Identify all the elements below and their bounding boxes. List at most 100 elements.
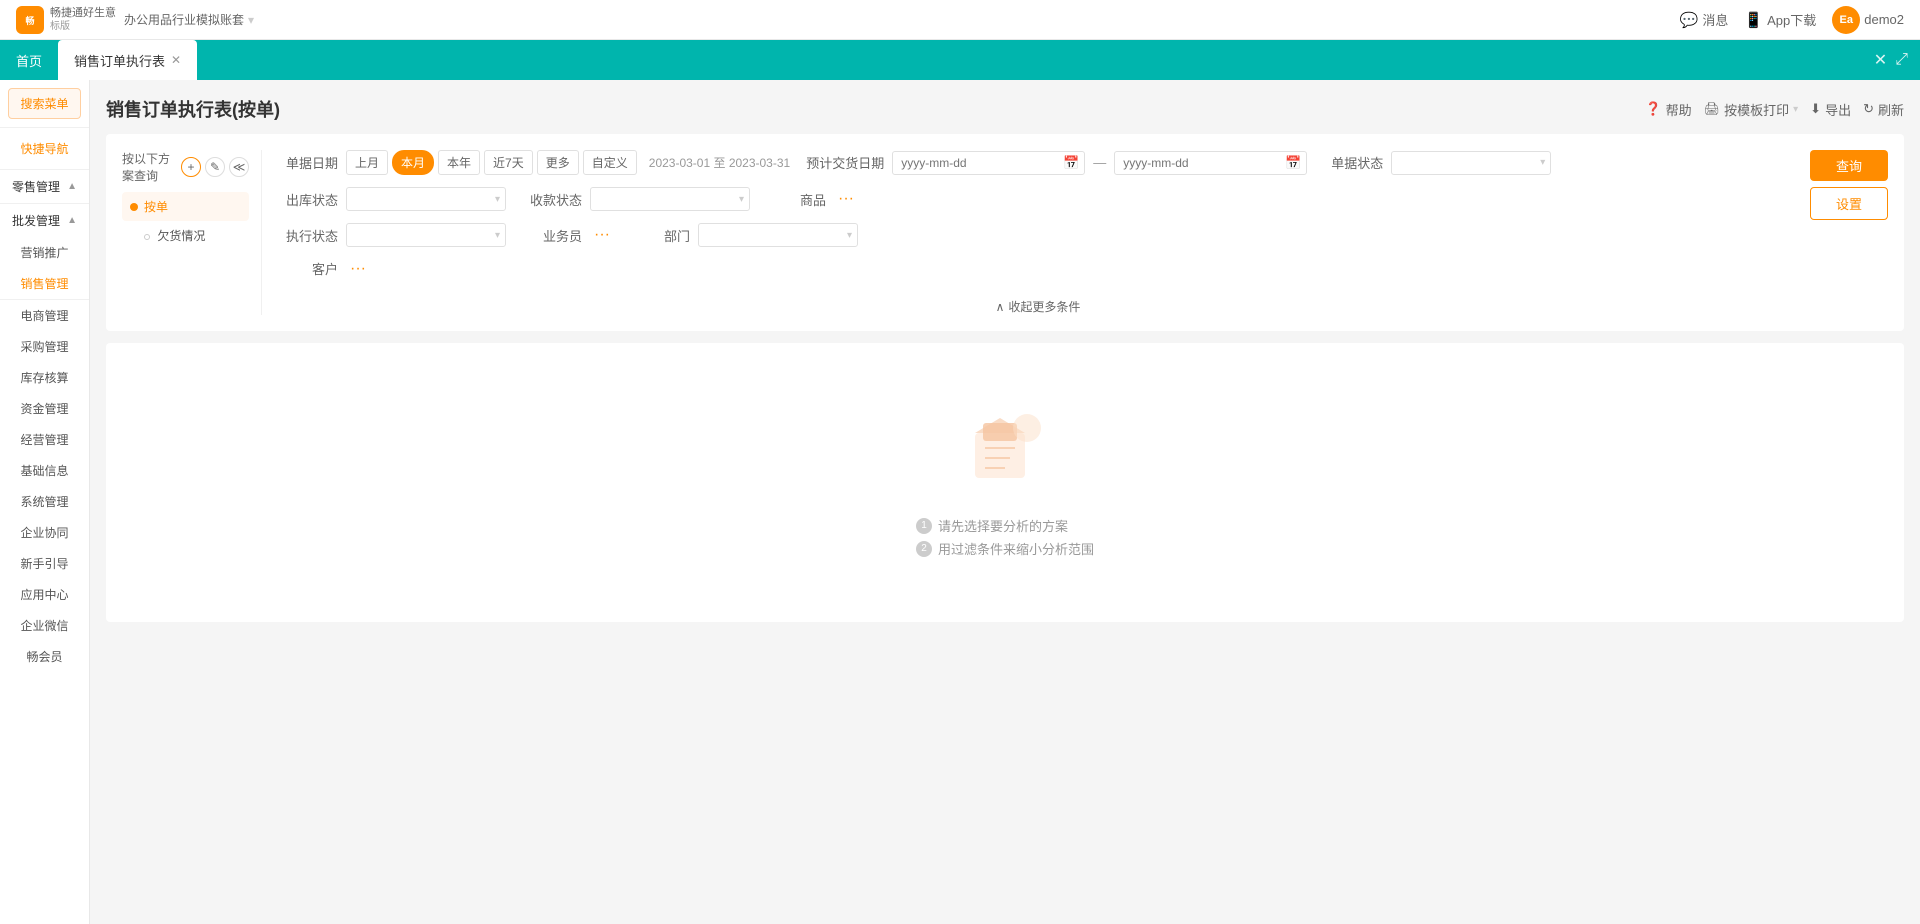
- header-right: 💬 消息 📱 App下载 Ea demo2: [1680, 6, 1904, 34]
- top-header: 畅 畅捷通好生意 标版 办公用品行业模拟账套 ▾ 💬 消息 📱 App下载 Ea…: [0, 0, 1920, 40]
- empty-illustration: [955, 403, 1055, 496]
- template-print-button[interactable]: 🖨 按模板打印 ▾: [1704, 100, 1799, 119]
- filter-and-btn: 单据日期 上月 本月 本年 近7天 更多 自定义: [278, 150, 1888, 315]
- edit-scheme-button[interactable]: ✎: [205, 157, 225, 177]
- scheme-item-backorder[interactable]: 欠货情况: [122, 221, 249, 250]
- sidebar-item-enterprise[interactable]: 企业协同: [0, 517, 89, 548]
- product-dots-button[interactable]: ···: [834, 190, 858, 208]
- breadcrumb[interactable]: 办公用品行业模拟账套 ▾: [124, 11, 254, 28]
- header-left: 畅 畅捷通好生意 标版 办公用品行业模拟账套 ▾: [16, 6, 254, 34]
- filter-field-outbound: 出库状态 ▾: [278, 187, 506, 211]
- sidebar-group-retail-header[interactable]: 零售管理 ▲: [0, 170, 89, 203]
- department-select[interactable]: [698, 223, 858, 247]
- tab-expand-button[interactable]: ⤢: [1895, 51, 1908, 69]
- sidebar-item-ecommerce[interactable]: 电商管理: [0, 300, 89, 331]
- filter-sidebar-actions: + ✎ ≪: [181, 157, 249, 177]
- payment-select[interactable]: [590, 187, 750, 211]
- sidebar-item-marketing[interactable]: 营销推广: [0, 237, 89, 268]
- outbound-label: 出库状态: [278, 190, 338, 209]
- tab-close-window-button[interactable]: ✕: [1874, 50, 1887, 70]
- expected-date-start-input[interactable]: [892, 151, 1085, 175]
- sidebar-item-wechat[interactable]: 企业微信: [0, 610, 89, 641]
- quick-nav-label[interactable]: 快捷导航: [0, 134, 89, 163]
- collapse-icon: ≪: [233, 160, 246, 174]
- filter-field-execute: 执行状态 ▾: [278, 223, 506, 247]
- date-last-month-btn[interactable]: 上月: [346, 150, 388, 175]
- filter-field-date: 单据日期 上月 本月 本年 近7天 更多 自定义: [278, 150, 790, 175]
- outbound-select[interactable]: [346, 187, 506, 211]
- status-select-wrap: ▾: [1391, 151, 1551, 175]
- sidebar-item-finance[interactable]: 资金管理: [0, 393, 89, 424]
- customer-dots-button[interactable]: ···: [346, 260, 370, 278]
- wholesale-arrow-icon: ▲: [67, 215, 77, 226]
- tab-close-icon[interactable]: ✕: [171, 53, 181, 67]
- expected-date-end-input[interactable]: [1114, 151, 1307, 175]
- empty-step-2: 2 用过滤条件来缩小分析范围: [916, 539, 1094, 558]
- print-arrow-icon: ▾: [1793, 104, 1798, 115]
- date-custom-btn[interactable]: 自定义: [583, 150, 637, 175]
- sidebar-group-wholesale-header[interactable]: 批发管理 ▲: [0, 204, 89, 237]
- tab-sales-order[interactable]: 销售订单执行表 ✕: [58, 40, 197, 80]
- date-more-btn[interactable]: 更多: [537, 150, 579, 175]
- scheme-item-by-order[interactable]: 按单: [122, 192, 249, 221]
- breadcrumb-arrow-icon: ▾: [248, 13, 254, 27]
- avatar: Ea: [1832, 6, 1860, 34]
- logo-area: 畅 畅捷通好生意 标版: [16, 6, 116, 34]
- tab-home[interactable]: 首页: [0, 40, 58, 80]
- filter-fields-area: 单据日期 上月 本月 本年 近7天 更多 自定义: [278, 150, 1798, 315]
- message-button[interactable]: 💬 消息: [1680, 10, 1729, 29]
- collapse-arrow-icon: ∧: [996, 300, 1005, 314]
- expected-date-label: 预计交货日期: [806, 153, 884, 172]
- date-range-display: 2023-03-01 至 2023-03-31: [649, 154, 790, 171]
- sidebar-item-sales[interactable]: 销售管理: [0, 268, 89, 299]
- quick-nav-area: 快捷导航: [0, 128, 89, 170]
- filter-row-2: 出库状态 ▾ 收款状态: [278, 187, 1798, 211]
- sidebar-item-purchase[interactable]: 采购管理: [0, 331, 89, 362]
- execute-select[interactable]: [346, 223, 506, 247]
- date-btn-group: 上月 本月 本年 近7天 更多 自定义: [346, 150, 637, 175]
- help-button[interactable]: ❓ 帮助: [1645, 100, 1691, 119]
- search-menu-button[interactable]: 搜索菜单: [8, 88, 81, 119]
- date-current-year-btn[interactable]: 本年: [438, 150, 480, 175]
- sidebar-item-basic[interactable]: 基础信息: [0, 455, 89, 486]
- add-scheme-button[interactable]: +: [181, 157, 201, 177]
- empty-steps: 1 请先选择要分析的方案 2 用过滤条件来缩小分析范围: [916, 512, 1094, 562]
- sidebar-item-system[interactable]: 系统管理: [0, 486, 89, 517]
- sidebar-item-newbie[interactable]: 新手引导: [0, 548, 89, 579]
- filter-field-expected-date: 预计交货日期 📅 — 📅: [806, 151, 1307, 175]
- collapse-filter-button[interactable]: ∧ 收起更多条件: [278, 290, 1798, 315]
- breadcrumb-text: 办公用品行业模拟账套: [124, 11, 244, 28]
- date-7days-btn[interactable]: 近7天: [484, 150, 533, 175]
- logo-icon: 畅: [16, 6, 44, 34]
- query-button[interactable]: 查询: [1810, 150, 1888, 181]
- message-icon: 💬: [1680, 11, 1699, 29]
- retail-arrow-icon: ▲: [67, 181, 77, 192]
- settings-button[interactable]: 设置: [1810, 187, 1888, 220]
- app-download-button[interactable]: 📱 App下载: [1744, 10, 1816, 29]
- date-current-month-btn[interactable]: 本月: [392, 150, 434, 175]
- empty-step-1: 1 请先选择要分析的方案: [916, 516, 1094, 535]
- refresh-button[interactable]: ↻ 刷新: [1863, 100, 1904, 119]
- sidebar-item-apps[interactable]: 应用中心: [0, 579, 89, 610]
- scheme-dot-icon: [130, 203, 138, 211]
- payment-select-wrap: ▾: [590, 187, 750, 211]
- sidebar-search-area: 搜索菜单: [0, 80, 89, 128]
- app-download-icon: 📱: [1744, 11, 1763, 29]
- department-label: 部门: [630, 226, 690, 245]
- collapse-scheme-button[interactable]: ≪: [229, 157, 249, 177]
- payment-label: 收款状态: [522, 190, 582, 209]
- page-actions: ❓ 帮助 🖨 按模板打印 ▾ ⬇ 导出 ↻ 刷新: [1645, 100, 1904, 119]
- customer-label: 客户: [278, 259, 338, 278]
- edit-icon: ✎: [210, 160, 220, 174]
- sidebar-item-member[interactable]: 畅会员: [0, 641, 89, 672]
- scheme-sub-dot-icon: [144, 234, 150, 240]
- date-dash: —: [1093, 155, 1106, 170]
- user-menu[interactable]: Ea demo2: [1832, 6, 1904, 34]
- sidebar-item-operations[interactable]: 经营管理: [0, 424, 89, 455]
- status-select[interactable]: [1391, 151, 1551, 175]
- filter-field-salesperson: 业务员 ···: [522, 226, 614, 245]
- salesperson-dots-button[interactable]: ···: [590, 226, 614, 244]
- export-button[interactable]: ⬇ 导出: [1810, 100, 1851, 119]
- filter-layout: 按以下方案查询 + ✎ ≪: [122, 150, 1888, 315]
- sidebar-item-inventory[interactable]: 库存核算: [0, 362, 89, 393]
